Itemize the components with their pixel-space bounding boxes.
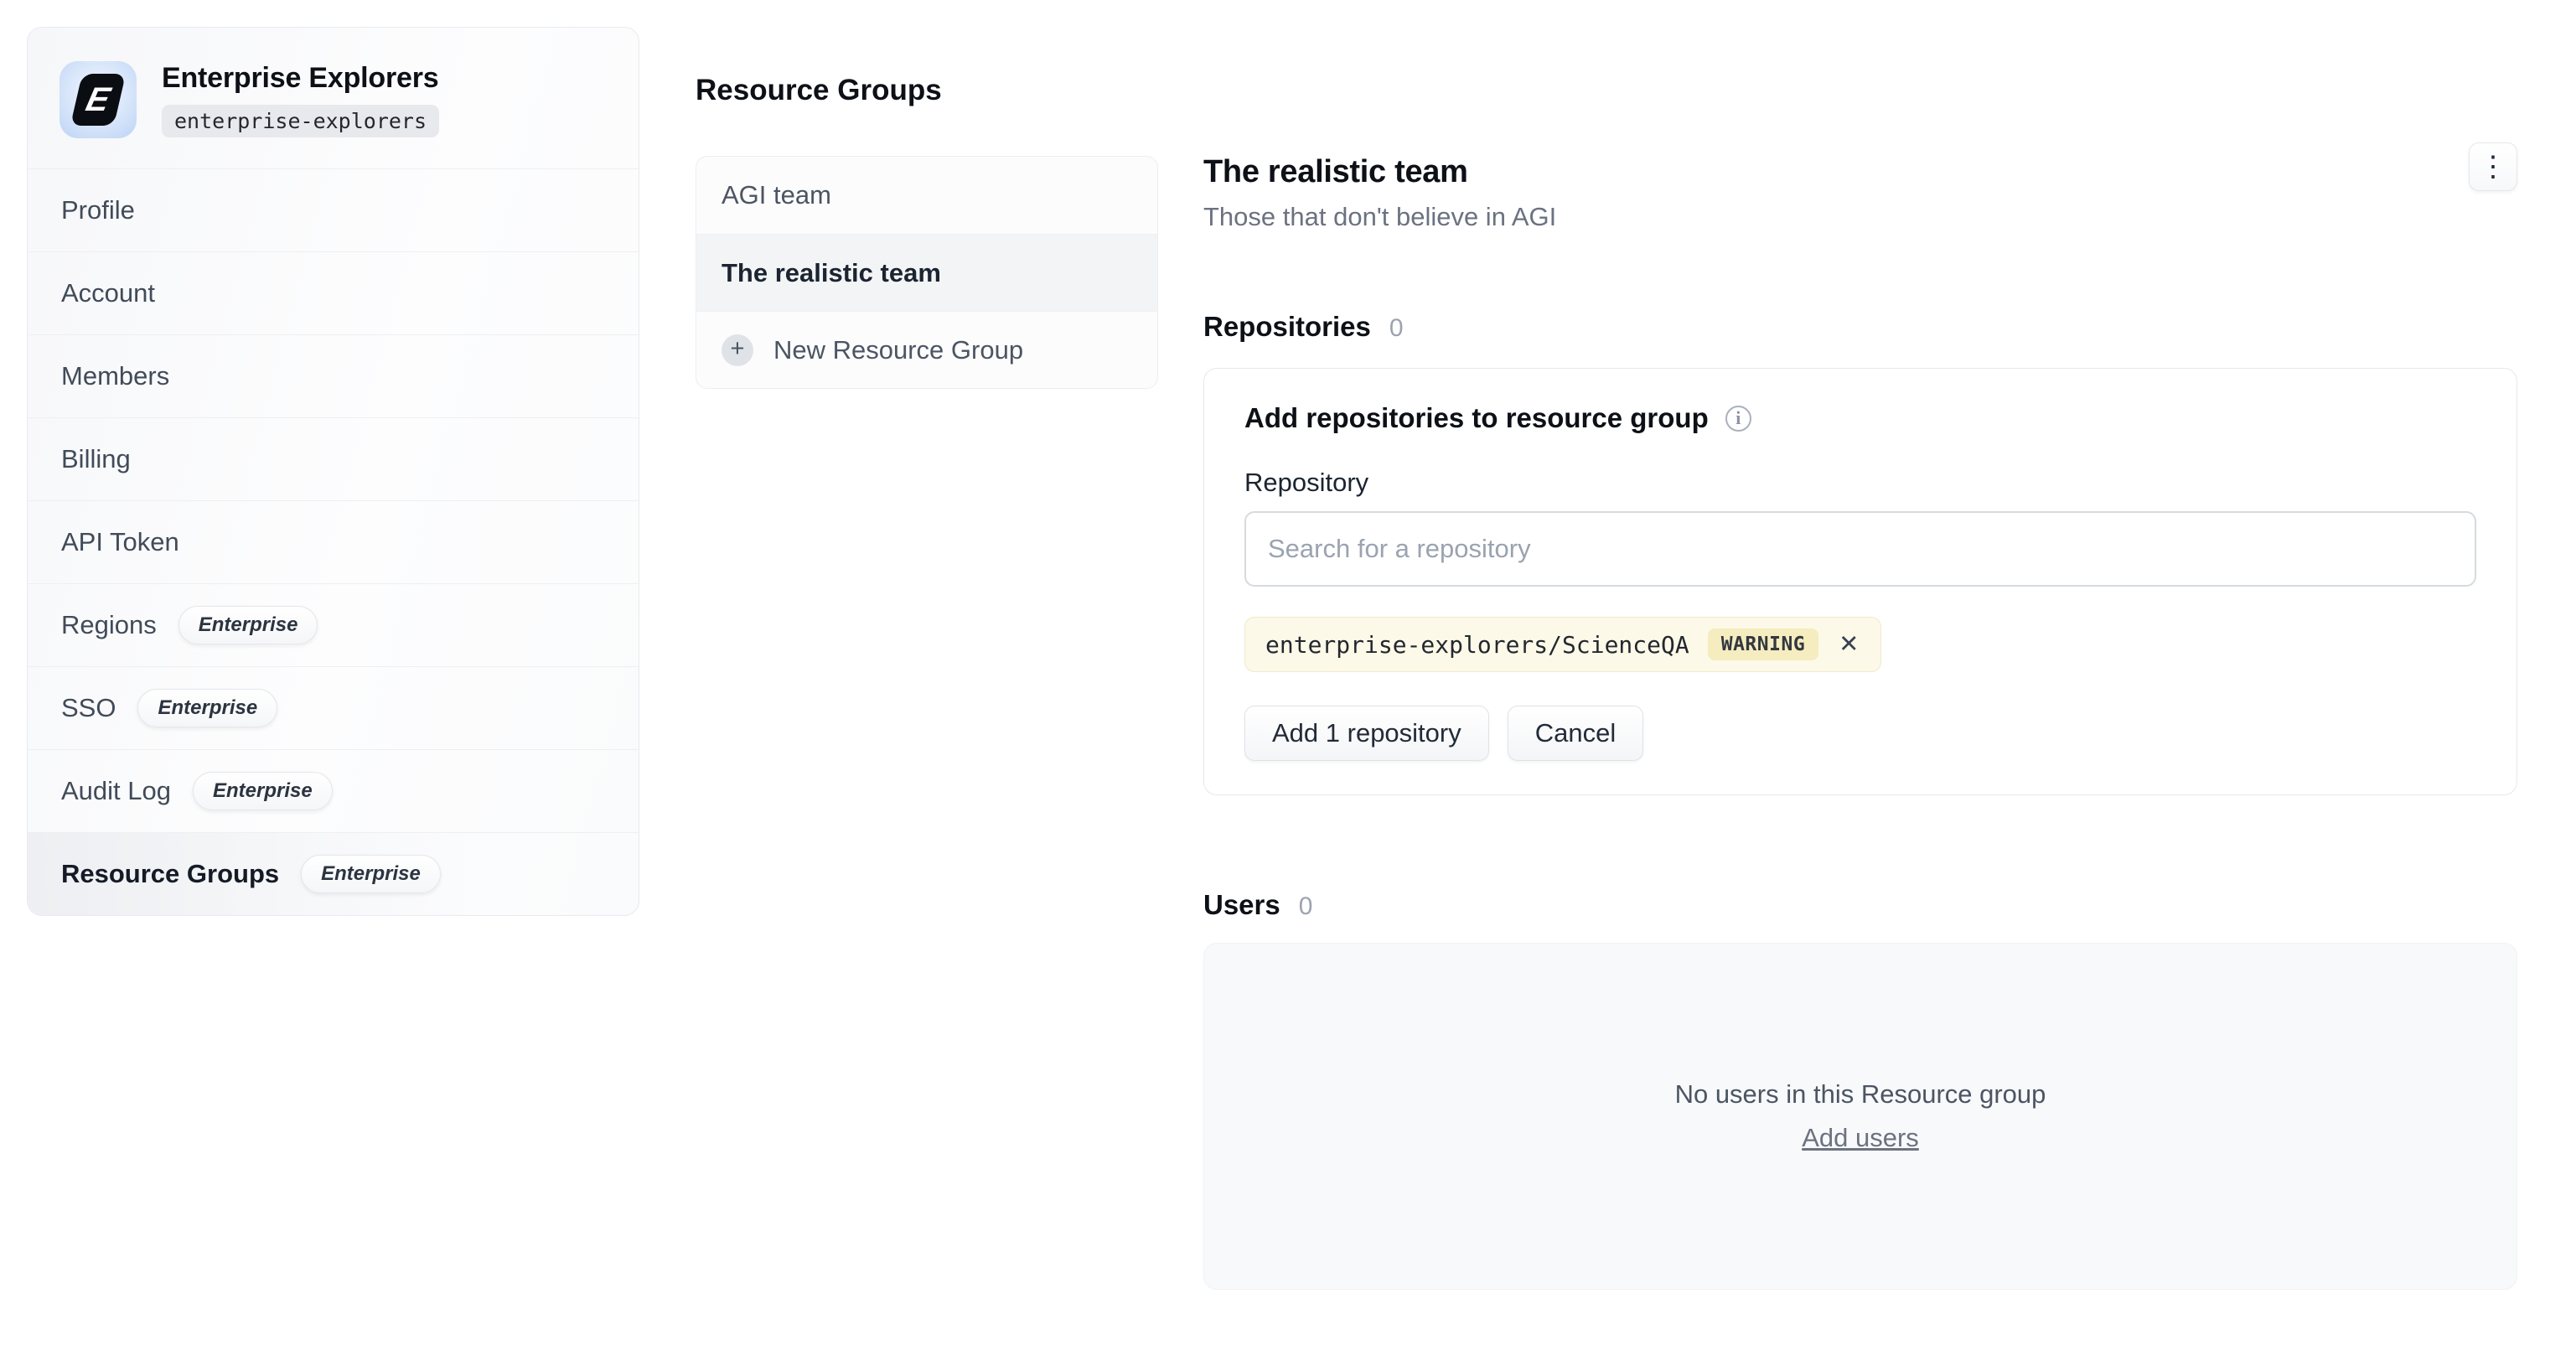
group-title: The realistic team xyxy=(1203,154,1468,189)
detail-header-text: The realistic team Those that don't beli… xyxy=(1203,142,1556,232)
add-repositories-card: Add repositories to resource group i Rep… xyxy=(1203,368,2517,795)
sidebar-item-sso[interactable]: SSO Enterprise xyxy=(28,666,639,749)
sidebar-item-api-token[interactable]: API Token xyxy=(28,500,639,583)
resource-groups-list: AGI team The realistic team + New Resour… xyxy=(696,156,1158,389)
users-empty-state: No users in this Resource group Add user… xyxy=(1203,943,2517,1290)
sidebar-item-members[interactable]: Members xyxy=(28,334,639,417)
sidebar-item-audit-log[interactable]: Audit Log Enterprise xyxy=(28,749,639,832)
resource-group-item-realistic-team[interactable]: The realistic team xyxy=(696,234,1157,311)
add-card-title-row: Add repositories to resource group i xyxy=(1244,402,2476,434)
plus-icon: + xyxy=(722,334,753,366)
enterprise-badge: Enterprise xyxy=(193,772,333,810)
users-empty-text: No users in this Resource group xyxy=(1674,1079,2046,1109)
resource-group-detail: The realistic team Those that don't beli… xyxy=(1203,142,2517,1290)
info-icon: i xyxy=(1725,405,1751,432)
repositories-heading: Repositories xyxy=(1203,311,1371,342)
group-options-button[interactable]: ⋮ xyxy=(2469,142,2517,191)
selected-repositories: enterprise-explorers/ScienceQA WARNING ✕ xyxy=(1244,617,2476,672)
repositories-count: 0 xyxy=(1389,314,1404,342)
new-resource-group-label: New Resource Group xyxy=(773,334,1024,365)
add-repository-button[interactable]: Add 1 repository xyxy=(1244,706,1489,761)
add-users-link[interactable]: Add users xyxy=(1802,1123,1919,1153)
enterprise-badge: Enterprise xyxy=(301,855,441,893)
sidebar-item-billing[interactable]: Billing xyxy=(28,417,639,500)
org-logo-icon: E xyxy=(70,74,127,126)
org-logo-letter: E xyxy=(82,81,114,118)
sidebar-item-label: SSO xyxy=(61,693,116,722)
kebab-icon: ⋮ xyxy=(2479,151,2507,183)
sidebar-item-label: Members xyxy=(61,361,170,391)
sidebar-item-account[interactable]: Account xyxy=(28,251,639,334)
users-heading: Users xyxy=(1203,889,1280,920)
sidebar-item-label: Regions xyxy=(61,610,157,639)
sidebar-item-label: Audit Log xyxy=(61,776,171,805)
repositories-section-header: Repositories 0 xyxy=(1203,311,2517,343)
sidebar-item-label: Billing xyxy=(61,444,131,473)
detail-header: The realistic team Those that don't beli… xyxy=(1203,142,2517,232)
selected-repo-chip: enterprise-explorers/ScienceQA WARNING ✕ xyxy=(1244,617,1882,672)
org-header: E Enterprise Explorers enterprise-explor… xyxy=(28,28,639,168)
resource-group-name: AGI team xyxy=(722,180,831,210)
add-card-actions: Add 1 repository Cancel xyxy=(1244,706,2476,761)
users-count: 0 xyxy=(1298,892,1313,920)
selected-repo-name: enterprise-explorers/ScienceQA xyxy=(1265,630,1689,659)
resource-groups-heading: Resource Groups xyxy=(696,74,942,106)
sidebar-item-label: Account xyxy=(61,278,156,308)
org-identity: Enterprise Explorers enterprise-explorer… xyxy=(162,62,440,137)
users-section-header: Users 0 xyxy=(1203,889,2517,921)
resource-group-item-agi-team[interactable]: AGI team xyxy=(696,157,1157,234)
sidebar-item-label: API Token xyxy=(61,527,179,556)
group-subtitle: Those that don't believe in AGI xyxy=(1203,202,1557,231)
sidebar-item-label: Profile xyxy=(61,195,135,225)
sidebar-item-resource-groups[interactable]: Resource Groups Enterprise xyxy=(28,832,639,915)
resource-group-name: The realistic team xyxy=(722,257,941,287)
repository-search-input[interactable] xyxy=(1244,511,2476,587)
org-name: Enterprise Explorers xyxy=(162,62,439,94)
add-card-title: Add repositories to resource group xyxy=(1244,402,1709,433)
remove-repo-button[interactable]: ✕ xyxy=(1837,630,1860,658)
new-resource-group-button[interactable]: + New Resource Group xyxy=(696,311,1157,388)
org-settings-sidebar: E Enterprise Explorers enterprise-explor… xyxy=(27,27,639,916)
sidebar-item-label: Resource Groups xyxy=(61,859,280,888)
repository-field-label: Repository xyxy=(1244,468,1369,497)
org-avatar: E xyxy=(59,61,137,138)
close-icon: ✕ xyxy=(1839,630,1860,658)
enterprise-badge: Enterprise xyxy=(137,689,278,727)
cancel-button[interactable]: Cancel xyxy=(1507,706,1644,761)
repo-warning-badge: WARNING xyxy=(1707,629,1819,660)
org-slug-badge: enterprise-explorers xyxy=(162,105,440,137)
sidebar-item-profile[interactable]: Profile xyxy=(28,168,639,251)
sidebar-item-regions[interactable]: Regions Enterprise xyxy=(28,583,639,666)
enterprise-badge: Enterprise xyxy=(178,606,318,644)
